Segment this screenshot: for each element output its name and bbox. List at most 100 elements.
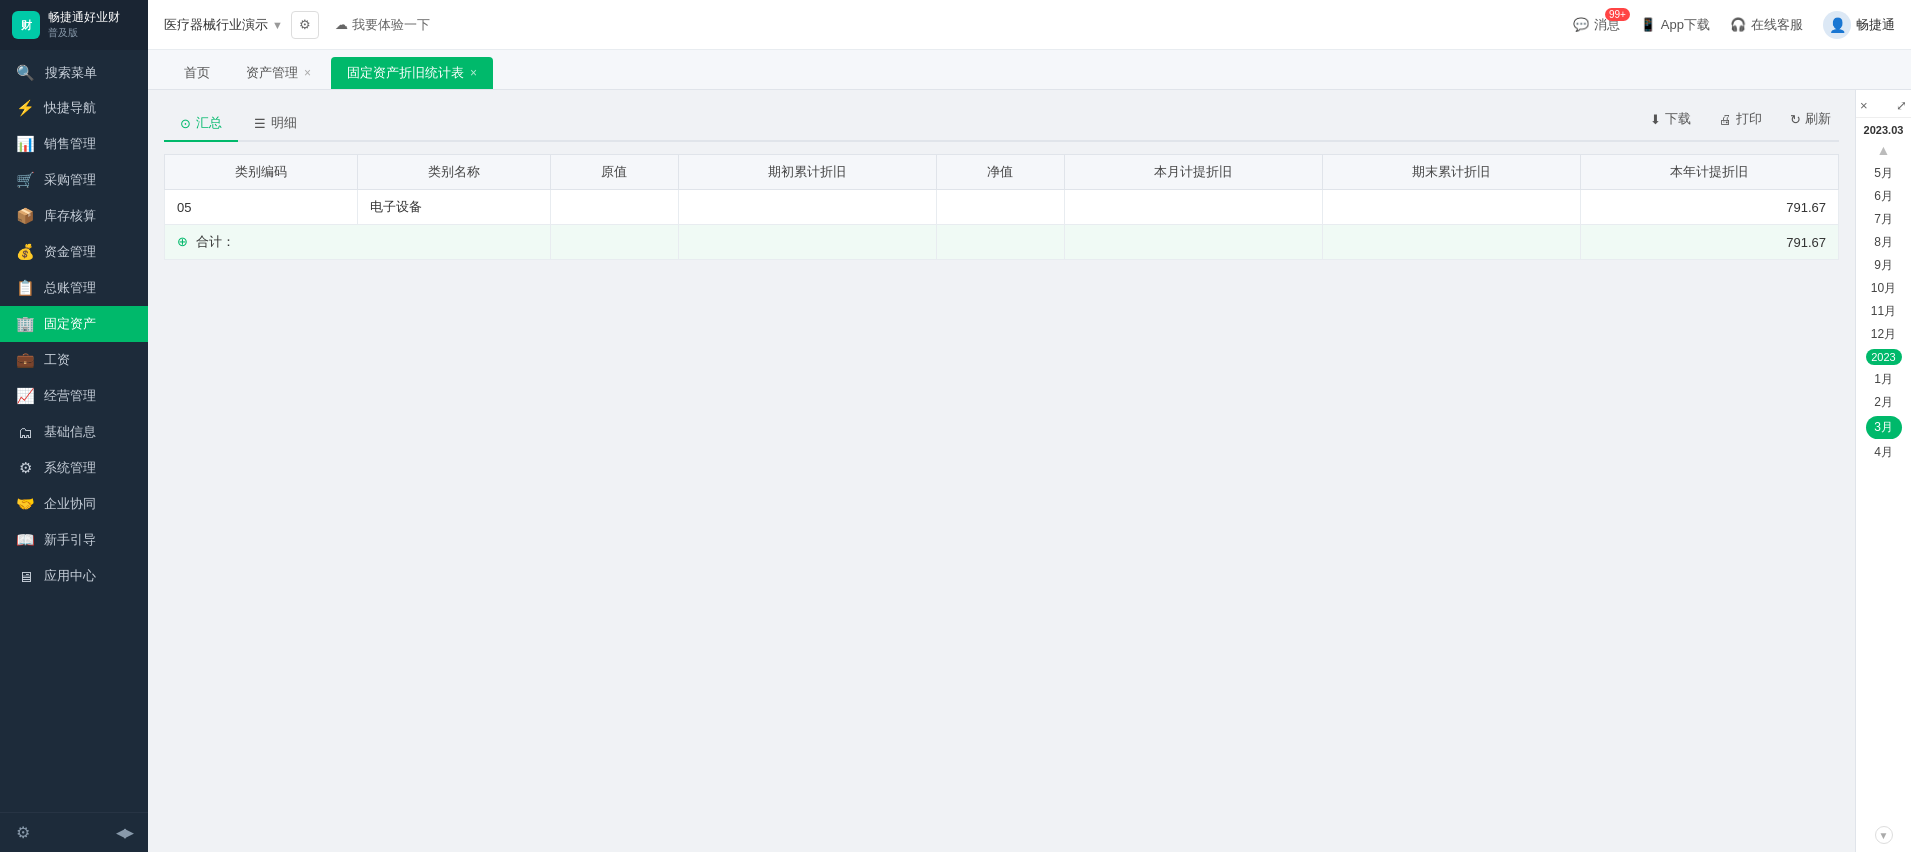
download-icon: 📱: [1640, 17, 1656, 32]
sidebar-settings-icon[interactable]: ⚙: [16, 823, 30, 842]
quick-nav-icon: ⚡: [16, 99, 34, 117]
month-3-selected[interactable]: 3月: [1866, 416, 1902, 439]
company-name: 医疗器械行业演示: [164, 16, 268, 34]
user-avatar: 👤: [1823, 11, 1851, 39]
month-6[interactable]: 6月: [1856, 185, 1911, 208]
sidebar-item-payroll[interactable]: 💼 工资: [0, 342, 148, 378]
tab-depreciation-close-icon[interactable]: ×: [470, 66, 477, 80]
user-area[interactable]: 👤 畅捷通: [1823, 11, 1895, 39]
download-button[interactable]: ⬇ 下载: [1642, 106, 1699, 132]
sidebar-item-guide[interactable]: 📖 新手引导: [0, 522, 148, 558]
month-4[interactable]: 4月: [1856, 441, 1911, 464]
experience-text: 我要体验一下: [352, 16, 430, 34]
sidebar-item-purchase[interactable]: 🛒 采购管理: [0, 162, 148, 198]
month-1[interactable]: 1月: [1856, 368, 1911, 391]
sidebar-item-finance[interactable]: 💰 资金管理: [0, 234, 148, 270]
sidebar-operations-label: 经营管理: [44, 387, 96, 405]
tab-home-label: 首页: [184, 64, 210, 82]
sub-tab-summary-label: 汇总: [196, 114, 222, 132]
total-monthly-depr: [1064, 225, 1322, 260]
tab-depreciation-table[interactable]: 固定资产折旧统计表 ×: [331, 57, 493, 89]
sidebar-item-inventory[interactable]: 📦 库存核算: [0, 198, 148, 234]
month-7[interactable]: 7月: [1856, 208, 1911, 231]
sidebar-quicknav-label: 快捷导航: [44, 99, 96, 117]
app-download-button[interactable]: 📱 App下载: [1640, 16, 1710, 34]
sidebar-item-fixed-assets[interactable]: 🏢 固定资产: [0, 306, 148, 342]
month-2[interactable]: 2月: [1856, 391, 1911, 414]
company-selector[interactable]: 医疗器械行业演示 ▼: [164, 16, 283, 34]
sidebar-item-sales[interactable]: 📊 销售管理: [0, 126, 148, 162]
scroll-down-circle[interactable]: ▼: [1875, 826, 1893, 844]
sidebar-collapse-icon[interactable]: ◀▶: [116, 825, 132, 840]
operations-icon: 📈: [16, 387, 34, 405]
fixed-assets-icon: 🏢: [16, 315, 34, 333]
close-panel-icon[interactable]: ×: [1860, 98, 1868, 113]
sidebar-system-label: 系统管理: [44, 459, 96, 477]
row-monthly-depr: [1064, 190, 1322, 225]
sidebar-item-enterprise[interactable]: 🤝 企业协同: [0, 486, 148, 522]
sidebar-footer: ⚙ ◀▶: [0, 812, 148, 852]
topbar: 医疗器械行业演示 ▼ ⚙ ☁ 我要体验一下 💬 消息 99+ 📱 App下载 🎧…: [148, 0, 1911, 50]
online-service-label: 在线客服: [1751, 16, 1803, 34]
experience-button[interactable]: ☁ 我要体验一下: [335, 16, 430, 34]
print-button[interactable]: 🖨 打印: [1711, 106, 1770, 132]
message-icon: 💬: [1573, 17, 1589, 32]
scroll-down-button[interactable]: ▼: [1871, 822, 1897, 848]
refresh-button[interactable]: ↻ 刷新: [1782, 106, 1839, 132]
row-initial-depr: [678, 190, 936, 225]
sub-tab-detail[interactable]: ☰ 明细: [238, 108, 313, 142]
expand-panel-icon[interactable]: ⤢: [1896, 98, 1907, 113]
sidebar-item-system[interactable]: ⚙ 系统管理: [0, 450, 148, 486]
sidebar-item-quick-nav[interactable]: ⚡ 快捷导航: [0, 90, 148, 126]
sidebar-logo: 财 畅捷通好业财 普及版: [0, 0, 148, 50]
sales-icon: 📊: [16, 135, 34, 153]
total-net-value: [936, 225, 1064, 260]
depreciation-table: 类别编码 类别名称 原值 期初累计折旧 净值 本月计提折旧 期末累计折旧 本年计…: [164, 154, 1839, 260]
enterprise-icon: 🤝: [16, 495, 34, 513]
col-original: 原值: [550, 155, 678, 190]
sidebar-item-operations[interactable]: 📈 经营管理: [0, 378, 148, 414]
year-2023-label: 2023: [1866, 349, 1902, 365]
month-12[interactable]: 12月: [1856, 323, 1911, 346]
sidebar-item-app-center[interactable]: 🖥 应用中心: [0, 558, 148, 594]
message-button[interactable]: 💬 消息 99+: [1573, 16, 1620, 34]
total-initial-depr: [678, 225, 936, 260]
row-original: [550, 190, 678, 225]
col-code: 类别编码: [165, 155, 358, 190]
main-area: 医疗器械行业演示 ▼ ⚙ ☁ 我要体验一下 💬 消息 99+ 📱 App下载 🎧…: [148, 0, 1911, 852]
total-label: ⊕ 合计：: [165, 225, 551, 260]
sidebar-item-search[interactable]: 🔍 搜索菜单: [0, 56, 148, 90]
sidebar-fixed-assets-label: 固定资产: [44, 315, 96, 333]
refresh-icon: ↻: [1790, 112, 1801, 127]
sidebar-item-ledger[interactable]: 📋 总账管理: [0, 270, 148, 306]
print-icon: 🖨: [1719, 112, 1732, 127]
tab-asset-management[interactable]: 资产管理 ×: [230, 57, 327, 89]
month-9[interactable]: 9月: [1856, 254, 1911, 277]
col-period-end-depreciation: 期末累计折旧: [1322, 155, 1580, 190]
scroll-up-button[interactable]: ▲: [1873, 138, 1895, 162]
tab-asset-close-icon[interactable]: ×: [304, 66, 311, 80]
sidebar-inventory-label: 库存核算: [44, 207, 96, 225]
online-service-button[interactable]: 🎧 在线客服: [1730, 16, 1803, 34]
settings-button[interactable]: ⚙: [291, 11, 319, 39]
sidebar-item-basic-info[interactable]: 🗂 基础信息: [0, 414, 148, 450]
app-download-label: App下载: [1661, 16, 1710, 34]
sidebar-purchase-label: 采购管理: [44, 171, 96, 189]
tab-home[interactable]: 首页: [168, 57, 226, 89]
page-content: ⊙ 汇总 ☰ 明细 ⬇ 下载 🖨 打印: [148, 90, 1911, 852]
content-area: ⊙ 汇总 ☰ 明细 ⬇ 下载 🖨 打印: [148, 90, 1855, 852]
finance-icon: 💰: [16, 243, 34, 261]
month-11[interactable]: 11月: [1856, 300, 1911, 323]
total-original: [550, 225, 678, 260]
company-dropdown-arrow: ▼: [272, 19, 283, 31]
sub-tab-summary[interactable]: ⊙ 汇总: [164, 108, 238, 142]
payroll-icon: 💼: [16, 351, 34, 369]
row-name: 电子设备: [357, 190, 550, 225]
cloud-icon: ☁: [335, 17, 348, 32]
col-name: 类别名称: [357, 155, 550, 190]
username-label: 畅捷通: [1856, 16, 1895, 34]
row-net-value: [936, 190, 1064, 225]
month-10[interactable]: 10月: [1856, 277, 1911, 300]
month-5[interactable]: 5月: [1856, 162, 1911, 185]
month-8[interactable]: 8月: [1856, 231, 1911, 254]
